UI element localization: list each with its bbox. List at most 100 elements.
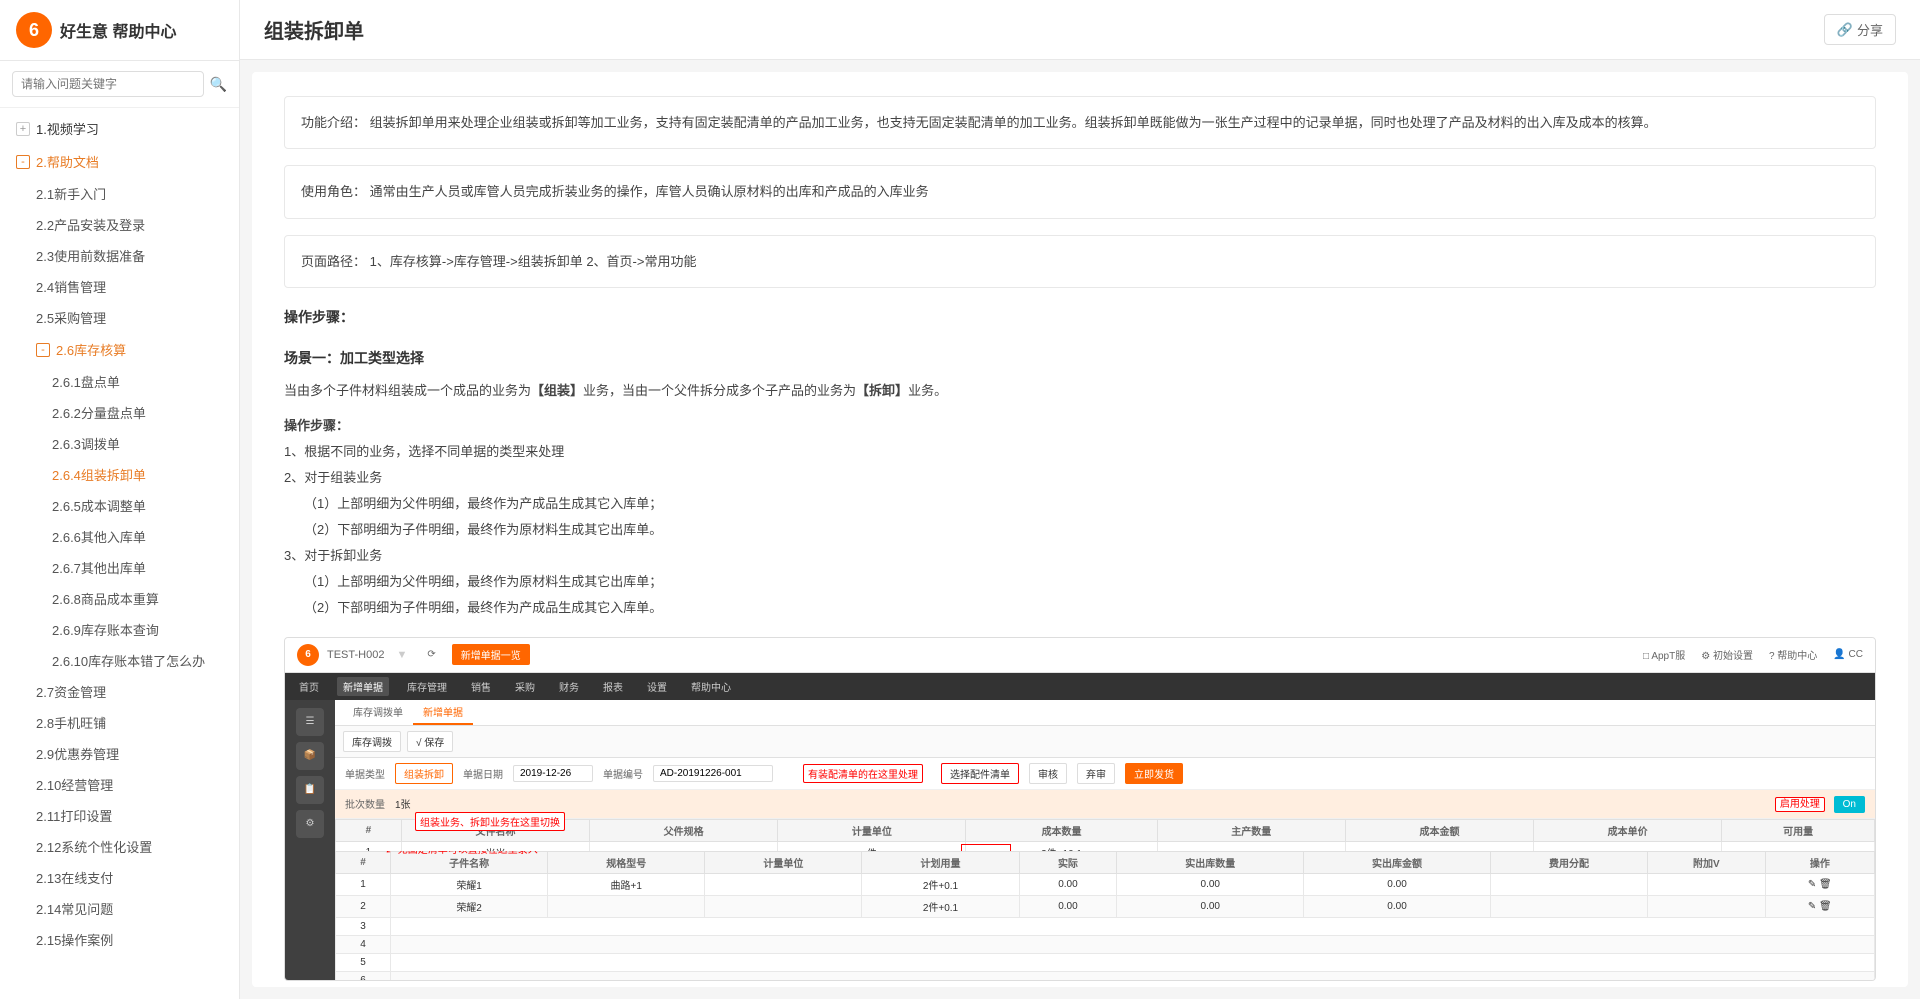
mock-date-input[interactable] [513, 765, 593, 782]
mock-th-unit: 计量单位 [778, 819, 966, 841]
mock-nav-finance[interactable]: 财务 [553, 677, 585, 696]
sidebar-item-2[interactable]: - 2.帮助文档 [0, 145, 239, 178]
mock-sidebar-icon-3[interactable]: 📋 [296, 776, 324, 804]
mock-date-label: 单据日期 [463, 766, 503, 781]
step3-subs: （1）上部明细为父件明细，最终作为原材料生成其它出库单； （2）下部明细为子件明… [304, 569, 1876, 621]
search-input[interactable] [12, 71, 204, 97]
sidebar-item-2-9[interactable]: 2.9优惠券管理 [0, 738, 239, 769]
mock-nav-sales[interactable]: 销售 [465, 677, 497, 696]
role-block: 使用角色： 通常由生产人员或库管人员完成折装业务的操作，库管人员确认原材料的出库… [284, 165, 1876, 218]
sidebar-item-2-8[interactable]: 2.8手机旺铺 [0, 707, 239, 738]
path-text: 1、库存核算->库存管理->组装拆卸单 2、首页->常用功能 [370, 254, 697, 269]
mock-nav-help[interactable]: 帮助中心 [685, 677, 737, 696]
intro-label: 功能介绍： [301, 115, 366, 130]
sidebar-item-2-6-4[interactable]: 2.6.4组装拆卸单 [0, 459, 239, 490]
mock-toolbar: 库存调拨 √ 保存 [335, 726, 1875, 758]
mock-sidebar-icon-2[interactable]: 📦 [296, 742, 324, 770]
mock-sub-th-ops: 操作 [1765, 852, 1874, 874]
mock-th-cost-price: 成本单价 [1534, 819, 1722, 841]
mock-sub-th-spec: 规格型号 [548, 852, 705, 874]
mock-annotation-mid: 组装业务、拆卸业务在这里切换 [415, 812, 565, 831]
sidebar-item-2-11[interactable]: 2.11打印设置 [0, 800, 239, 831]
mock-nav-purchase[interactable]: 采购 [509, 677, 541, 696]
sidebar-item-2-10[interactable]: 2.10经营管理 [0, 769, 239, 800]
mock-sub-th-out-amt: 实出库金额 [1304, 852, 1491, 874]
sidebar-item-2-7[interactable]: 2.7资金管理 [0, 676, 239, 707]
sidebar-item-2-3[interactable]: 2.3使用前数据准备 [0, 240, 239, 271]
sidebar-header: 6 好生意 帮助中心 [0, 0, 239, 61]
mock-nav-settings[interactable]: 设置 [641, 677, 673, 696]
mock-new-doc-btn[interactable]: 新增单据一览 [452, 644, 530, 665]
sidebar-item-2-2[interactable]: 2.2产品安装及登录 [0, 209, 239, 240]
sidebar-item-2-6-7[interactable]: 2.6.7其他出库单 [0, 552, 239, 583]
role-text: 通常由生产人员或库管人员完成折装业务的操作，库管人员确认原材料的出库和产成品的入… [370, 184, 929, 199]
mock-no-input[interactable] [653, 765, 773, 782]
mock-sub-th-addv: 附加V [1648, 852, 1766, 874]
sidebar-item-2-6[interactable]: - 2.6库存核算 [0, 333, 239, 366]
mock-input-highlight [961, 844, 1011, 851]
mock-nav-new[interactable]: 新增单据 [337, 677, 389, 696]
sidebar-item-2-4[interactable]: 2.4销售管理 [0, 271, 239, 302]
sidebar-item-2-1[interactable]: 2.1新手入门 [0, 178, 239, 209]
sidebar-item-2-6-2[interactable]: 2.6.2分量盘点单 [0, 397, 239, 428]
sidebar-item-2-5[interactable]: 2.5采购管理 [0, 302, 239, 333]
mock-sidebar-icon-1[interactable]: ☰ [296, 708, 324, 736]
path-label: 页面路径： [301, 254, 366, 269]
search-box: 🔍 [0, 61, 239, 108]
ops-heading: 操作步骤： [284, 304, 1876, 331]
step2-1: （1）上部明细为父件明细，最终作为产成品生成其它入库单； [304, 491, 1876, 517]
step3-1: （1）上部明细为父件明细，最终作为原材料生成其它出库单； [304, 569, 1876, 595]
mock-sub-th-fee: 费用分配 [1490, 852, 1647, 874]
page-title: 组装拆卸单 [264, 15, 364, 44]
mock-nav-report[interactable]: 报表 [597, 677, 629, 696]
mock-form-row2: 批次数量 1张 组装业务、拆卸业务在这里切换 启用处理 On [335, 790, 1875, 819]
mock-nav-stock[interactable]: 库存管理 [401, 677, 453, 696]
mock-lower-table-container: ↙ 无固定清单可以直接在这里录入 # 子件名称 规格型号 计量单位 [335, 851, 1875, 980]
mock-type-select[interactable]: 组装拆卸 [395, 763, 453, 784]
mock-btn-type[interactable]: 库存调拨 [343, 731, 401, 752]
mock-btn-save[interactable]: √ 保存 [407, 731, 453, 752]
mock-tab-stock[interactable]: 库存调拨单 [343, 700, 413, 725]
sidebar-item-2-6-5[interactable]: 2.6.5成本调整单 [0, 490, 239, 521]
collapse-icon-2-6: - [36, 343, 50, 357]
scenario1-desc: 当由多个子件材料组装成一个成品的业务为【组装】业务，当由一个父件拆分成多个子产品… [284, 379, 1876, 404]
mock-sidebar-icon-4[interactable]: ⚙ [296, 810, 324, 838]
sidebar-item-2-6-6[interactable]: 2.6.6其他入库单 [0, 521, 239, 552]
sidebar-item-2-12[interactable]: 2.12系统个性化设置 [0, 831, 239, 862]
sidebar-item-2-13[interactable]: 2.13在线支付 [0, 862, 239, 893]
sidebar-item-2-6-9[interactable]: 2.6.9库存账本查询 [0, 614, 239, 645]
search-icon[interactable]: 🔍 [210, 76, 227, 93]
mock-sub-th-unit: 计量单位 [705, 852, 862, 874]
step3-2: （2）下部明细为子件明细，最终作为产成品生成其它入库单。 [304, 595, 1876, 621]
mock-select-bom-btn[interactable]: 选择配件清单 [941, 763, 1019, 784]
step2: 2、对于组装业务 [284, 465, 1876, 491]
sidebar-item-2-6-1[interactable]: 2.6.1盘点单 [0, 366, 239, 397]
steps-list: 1、根据不同的业务，选择不同单据的类型来处理 2、对于组装业务 （1）上部明细为… [284, 439, 1876, 621]
mock-nav-home[interactable]: 首页 [293, 677, 325, 696]
mock-deliver-btn[interactable]: 立即发货 [1125, 763, 1183, 784]
mock-th-main-qty: 主产数量 [1157, 819, 1345, 841]
mock-form-row1: 单据类型 组装拆卸 单据日期 单据编号 有装配清单的在这里处理 选择配件清单 [335, 758, 1875, 790]
mock-enable-btn[interactable]: On [1834, 796, 1865, 813]
mock-cancel-btn[interactable]: 弃审 [1077, 763, 1115, 784]
sidebar-item-2-6-8[interactable]: 2.6.8商品成本重算 [0, 583, 239, 614]
sidebar-item-2-14[interactable]: 2.14常见问题 [0, 893, 239, 924]
mock-no-label: 单据编号 [603, 766, 643, 781]
mock-left-sidebar: ☰ 📦 📋 ⚙ [285, 700, 335, 980]
scenario1-title: 场景一：加工类型选择 [284, 345, 1876, 372]
mock-tab-assembly[interactable]: 新增单据 [413, 700, 473, 725]
sidebar-item-2-6-3[interactable]: 2.6.3调拨单 [0, 428, 239, 459]
step3: 3、对于拆卸业务 [284, 543, 1876, 569]
table-row: 1 荣耀1 曲路+1 2件+0.1 0.00 0.00 0.00 [336, 874, 1875, 896]
mock-review-btn[interactable]: 审核 [1029, 763, 1067, 784]
role-label: 使用角色： [301, 184, 366, 199]
mock-enable-area: 启用处理 On [1775, 795, 1865, 813]
collapse-icon: - [16, 155, 30, 169]
expand-icon: + [16, 122, 30, 136]
sidebar-item-1[interactable]: + 1.视频学习 [0, 112, 239, 145]
sidebar-item-2-6-10[interactable]: 2.6.10库存账本错了怎么办 [0, 645, 239, 676]
sidebar-item-2-15[interactable]: 2.15操作案例 [0, 924, 239, 955]
share-button[interactable]: 🔗 分享 [1824, 14, 1896, 45]
mock-th-num: # [336, 819, 402, 841]
table-row: 3 [336, 918, 1875, 936]
